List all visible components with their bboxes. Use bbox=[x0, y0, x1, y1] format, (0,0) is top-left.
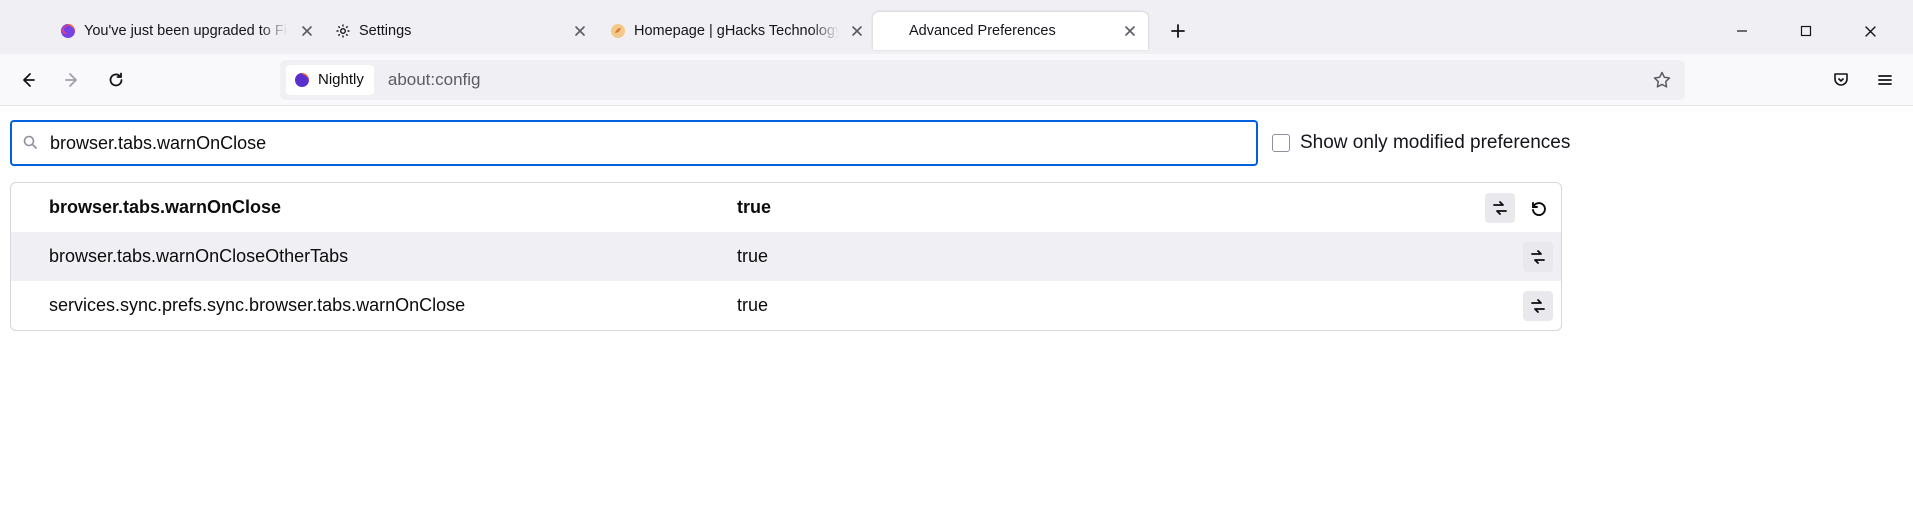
show-modified-checkbox[interactable]: Show only modified preferences bbox=[1272, 132, 1570, 154]
close-icon[interactable] bbox=[568, 19, 592, 43]
close-icon[interactable] bbox=[847, 19, 867, 43]
close-icon[interactable] bbox=[296, 19, 317, 43]
pref-name: browser.tabs.warnOnCloseOtherTabs bbox=[49, 246, 737, 267]
pref-search-box[interactable] bbox=[10, 120, 1258, 166]
pref-row[interactable]: services.sync.prefs.sync.browser.tabs.wa… bbox=[11, 281, 1561, 330]
pref-value: true bbox=[737, 295, 1523, 316]
close-icon[interactable] bbox=[1118, 19, 1142, 43]
nav-toolbar: Nightly about:config bbox=[0, 54, 1913, 106]
firefox-icon bbox=[60, 23, 76, 39]
reload-button[interactable] bbox=[98, 62, 134, 98]
minimize-button[interactable] bbox=[1719, 12, 1765, 50]
pref-name: browser.tabs.warnOnClose bbox=[49, 197, 737, 218]
ghacks-icon bbox=[610, 23, 626, 39]
show-modified-label: Show only modified preferences bbox=[1300, 132, 1570, 154]
pref-value: true bbox=[737, 246, 1523, 267]
pref-search-input[interactable] bbox=[50, 133, 1246, 154]
toggle-button[interactable] bbox=[1485, 193, 1515, 223]
pref-results: browser.tabs.warnOnClose true browser.ta… bbox=[10, 182, 1562, 331]
app-menu-icon[interactable] bbox=[1867, 62, 1903, 98]
blank-icon bbox=[885, 23, 901, 39]
url-bar[interactable]: Nightly about:config bbox=[280, 60, 1685, 100]
tab-title: Advanced Preferences bbox=[909, 23, 1110, 39]
tab-3[interactable]: Advanced Preferences bbox=[873, 12, 1148, 50]
pref-row[interactable]: browser.tabs.warnOnCloseOtherTabs true bbox=[11, 232, 1561, 281]
save-to-pocket-icon[interactable] bbox=[1823, 62, 1859, 98]
forward-button[interactable] bbox=[54, 62, 90, 98]
identity-chip[interactable]: Nightly bbox=[286, 65, 374, 95]
tab-title: Homepage | gHacks Technology News bbox=[634, 23, 839, 39]
tab-1[interactable]: Settings bbox=[323, 12, 598, 50]
tab-title: You've just been upgraded to Firefox bbox=[84, 23, 288, 39]
new-tab-button[interactable] bbox=[1160, 13, 1196, 49]
tab-title: Settings bbox=[359, 23, 560, 39]
checkbox-icon bbox=[1272, 134, 1290, 152]
tab-2[interactable]: Homepage | gHacks Technology News bbox=[598, 12, 873, 50]
close-window-button[interactable] bbox=[1847, 12, 1893, 50]
pref-name: services.sync.prefs.sync.browser.tabs.wa… bbox=[49, 295, 737, 316]
identity-label: Nightly bbox=[318, 71, 364, 88]
maximize-button[interactable] bbox=[1783, 12, 1829, 50]
url-text: about:config bbox=[374, 70, 1645, 90]
about-config-content: Show only modified preferences browser.t… bbox=[0, 106, 1913, 339]
pref-value: true bbox=[737, 197, 1485, 218]
back-button[interactable] bbox=[10, 62, 46, 98]
pref-row[interactable]: browser.tabs.warnOnClose true bbox=[11, 183, 1561, 232]
toggle-button[interactable] bbox=[1523, 242, 1553, 272]
reset-button[interactable] bbox=[1523, 193, 1553, 223]
gear-icon bbox=[335, 23, 351, 39]
tab-bar: You've just been upgraded to Firefox Set… bbox=[0, 0, 1913, 54]
bookmark-star-icon[interactable] bbox=[1645, 63, 1679, 97]
search-icon bbox=[22, 134, 38, 153]
toggle-button[interactable] bbox=[1523, 291, 1553, 321]
tab-0[interactable]: You've just been upgraded to Firefox bbox=[48, 12, 323, 50]
nightly-icon bbox=[294, 72, 310, 88]
window-controls bbox=[1719, 12, 1905, 50]
